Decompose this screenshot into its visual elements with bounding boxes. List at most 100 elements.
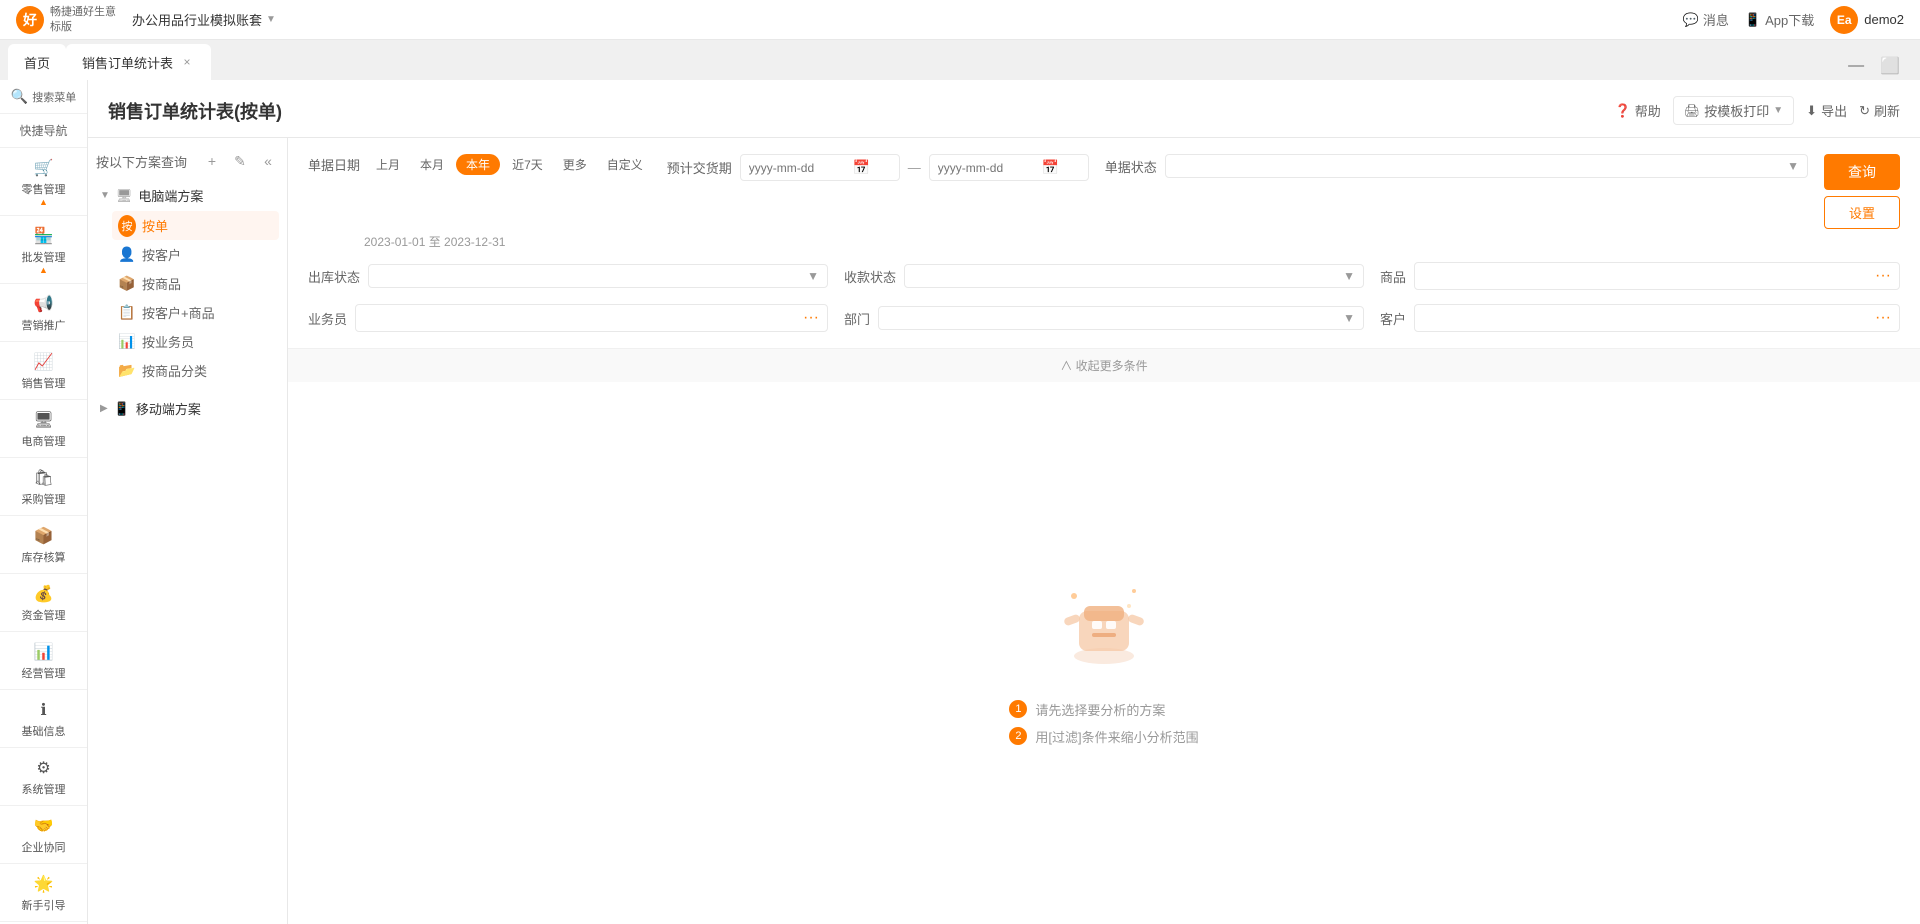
collapse-panel-button[interactable]: « [257, 150, 279, 172]
date-range-display: 2023-01-01 至 2023-12-31 [308, 233, 1900, 250]
sidebar-inventory-item: 📦 库存核算 [0, 516, 87, 574]
sidebar-item-basic[interactable]: ℹ 基础信息 [0, 690, 87, 747]
shipment-status-select[interactable]: ▼ [368, 264, 828, 288]
department-field: 部门 ▼ [844, 306, 1364, 330]
order-status-select[interactable]: ▼ [1165, 154, 1808, 178]
expected-date-start-field[interactable] [749, 161, 849, 175]
scheme-by-salesman[interactable]: 📊 按业务员 [112, 327, 279, 356]
top-bar-left: 好 畅捷通好生意 标版 办公用品行业模拟账套 ▼ [16, 5, 284, 34]
calendar-end-icon[interactable]: 📅 [1042, 159, 1059, 176]
product-input[interactable]: ··· [1414, 262, 1900, 290]
product-field: 商品 ··· [1380, 262, 1900, 290]
collapse-filter-button[interactable]: ∧ 收起更多条件 [288, 348, 1920, 382]
product-label: 商品 [1380, 267, 1406, 286]
avatar: Ea [1830, 6, 1858, 34]
refresh-button[interactable]: ↻ 刷新 [1859, 101, 1900, 120]
scheme-by-product[interactable]: 📦 按商品 [112, 269, 279, 298]
salesman-input[interactable]: ··· [355, 304, 828, 332]
add-scheme-button[interactable]: + [201, 150, 223, 172]
expected-date-end-input[interactable]: 📅 [929, 154, 1089, 181]
customer-dots-icon[interactable]: ··· [1875, 309, 1891, 327]
sidebar-finance-item: 💰 资金管理 [0, 574, 87, 632]
customer-scheme-icon: 👤 [118, 246, 136, 264]
tab-close-button[interactable]: × [179, 54, 195, 70]
date-btn-7days[interactable]: 近7天 [504, 154, 551, 175]
scheme-by-order[interactable]: 按 按单 [112, 211, 279, 240]
export-icon: ⬇ [1806, 103, 1817, 119]
step-2-num: 2 [1009, 727, 1027, 745]
logo-icon: 好 [16, 6, 44, 34]
page-actions: ❓ 帮助 🖨 按模板打印 ▼ ⬇ 导出 ↻ 刷新 [1615, 96, 1900, 125]
payment-arrow-icon: ▼ [1343, 269, 1355, 283]
sidebar-item-newbie[interactable]: 🌟 新手引导 [0, 864, 87, 921]
app-download-button[interactable]: 📱 App下载 [1745, 10, 1814, 29]
date-btn-custom[interactable]: 自定义 [599, 154, 651, 175]
expected-date-start-input[interactable]: 📅 [740, 154, 900, 181]
minimize-button[interactable]: — [1844, 53, 1868, 79]
sidebar-item-system[interactable]: ⚙ 系统管理 [0, 748, 87, 805]
sidebar-wholesale-item: 🏪 批发管理 ▲ [0, 216, 87, 284]
print-button[interactable]: 🖨 按模板打印 ▼ [1673, 96, 1794, 125]
filter-row-3: 业务员 ··· 部门 ▼ [308, 304, 1900, 332]
mobile-scheme-parent[interactable]: ▶ 📱 移动端方案 [96, 393, 279, 424]
product-dots-icon[interactable]: ··· [1875, 267, 1891, 285]
shipment-arrow-icon: ▼ [807, 269, 819, 283]
pc-scheme-parent[interactable]: ▼ 🖥 电脑端方案 [96, 180, 279, 211]
right-panel: 单据日期 上月 本月 本年 近7天 更多 自定义 [288, 138, 1920, 924]
order-status-arrow-icon: ▼ [1787, 159, 1799, 173]
tab-sales-stats[interactable]: 销售订单统计表 × [66, 44, 211, 80]
sidebar-item-ecommerce[interactable]: 🖥 电商管理 [0, 400, 87, 457]
date-btn-this-month[interactable]: 本月 [412, 154, 452, 175]
date-btn-this-year[interactable]: 本年 [456, 154, 500, 175]
page-header: 销售订单统计表(按单) ❓ 帮助 🖨 按模板打印 ▼ ⬇ 导出 ↻ 刷新 [88, 80, 1920, 138]
sidebar-item-enterprise[interactable]: 🤝 企业协同 [0, 806, 87, 863]
settings-button[interactable]: 设置 [1824, 196, 1900, 229]
marketing-icon: 📢 [34, 294, 54, 314]
filter-row-2: 出库状态 ▼ 收款状态 ▼ [308, 262, 1900, 290]
main-layout: 🔍 搜索菜单 快捷导航 🛒 零售管理 ▲ 🏪 批发管理 ▲ [0, 80, 1920, 924]
salesman-dots-icon[interactable]: ··· [803, 309, 819, 327]
customer-input[interactable]: ··· [1414, 304, 1900, 332]
sidebar-item-purchase[interactable]: 🛍 采购管理 [0, 458, 87, 515]
finance-icon: 💰 [34, 584, 54, 604]
help-button[interactable]: ❓ 帮助 [1615, 101, 1661, 120]
refresh-icon: ↻ [1859, 103, 1870, 119]
sidebar-item-retail[interactable]: 🛒 零售管理 ▲ [0, 148, 87, 215]
expected-date-end-field[interactable] [938, 161, 1038, 175]
sidebar-item-wholesale[interactable]: 🏪 批发管理 ▲ [0, 216, 87, 283]
sidebar-system-item: ⚙ 系统管理 [0, 748, 87, 806]
left-panel-icons: + ✎ « [201, 150, 279, 172]
maximize-button[interactable]: ⬜ [1876, 52, 1904, 80]
user-profile[interactable]: Ea demo2 [1830, 6, 1904, 34]
export-button[interactable]: ⬇ 导出 [1806, 101, 1847, 120]
edit-scheme-button[interactable]: ✎ [229, 150, 251, 172]
date-btn-more[interactable]: 更多 [555, 154, 595, 175]
query-button[interactable]: 查询 [1824, 154, 1900, 190]
sidebar-item-operations[interactable]: 📊 经营管理 [0, 632, 87, 689]
date-btn-last-month[interactable]: 上月 [368, 154, 408, 175]
scheme-by-customer[interactable]: 👤 按客户 [112, 240, 279, 269]
logo-area: 好 畅捷通好生意 标版 [16, 5, 116, 34]
tab-home[interactable]: 首页 [8, 44, 66, 80]
sidebar-item-inventory[interactable]: 📦 库存核算 [0, 516, 87, 573]
department-select[interactable]: ▼ [878, 306, 1364, 330]
tab-bar: 首页 销售订单统计表 × — ⬜ [0, 40, 1920, 80]
message-button[interactable]: 💬 消息 [1683, 10, 1729, 29]
active-scheme-icon: 按 [118, 217, 136, 235]
company-select[interactable]: 办公用品行业模拟账套 ▼ [124, 6, 284, 33]
sidebar-search-button[interactable]: 🔍 搜索菜单 [0, 80, 87, 113]
scheme-by-category[interactable]: 📂 按商品分类 [112, 356, 279, 385]
sidebar-quicknav-button[interactable]: 快捷导航 [0, 114, 87, 147]
sidebar-item-finance[interactable]: 💰 资金管理 [0, 574, 87, 631]
empty-illustration [1044, 561, 1164, 684]
sidebar-item-sales[interactable]: 📈 销售管理 [0, 342, 87, 399]
empty-step-2: 2 用[过滤]条件来缩小分析范围 [1009, 727, 1198, 746]
scheme-by-customer-product[interactable]: 📋 按客户+商品 [112, 298, 279, 327]
sidebar-item-marketing[interactable]: 📢 营销推广 [0, 284, 87, 341]
calendar-start-icon[interactable]: 📅 [853, 159, 870, 176]
date-dash: — [908, 160, 921, 175]
left-panel: 按以下方案查询 + ✎ « ▼ 🖥 电脑端方案 [88, 138, 288, 924]
order-status-field: 单据状态 ▼ [1105, 154, 1808, 178]
salesman-scheme-icon: 📊 [118, 333, 136, 351]
payment-status-select[interactable]: ▼ [904, 264, 1364, 288]
